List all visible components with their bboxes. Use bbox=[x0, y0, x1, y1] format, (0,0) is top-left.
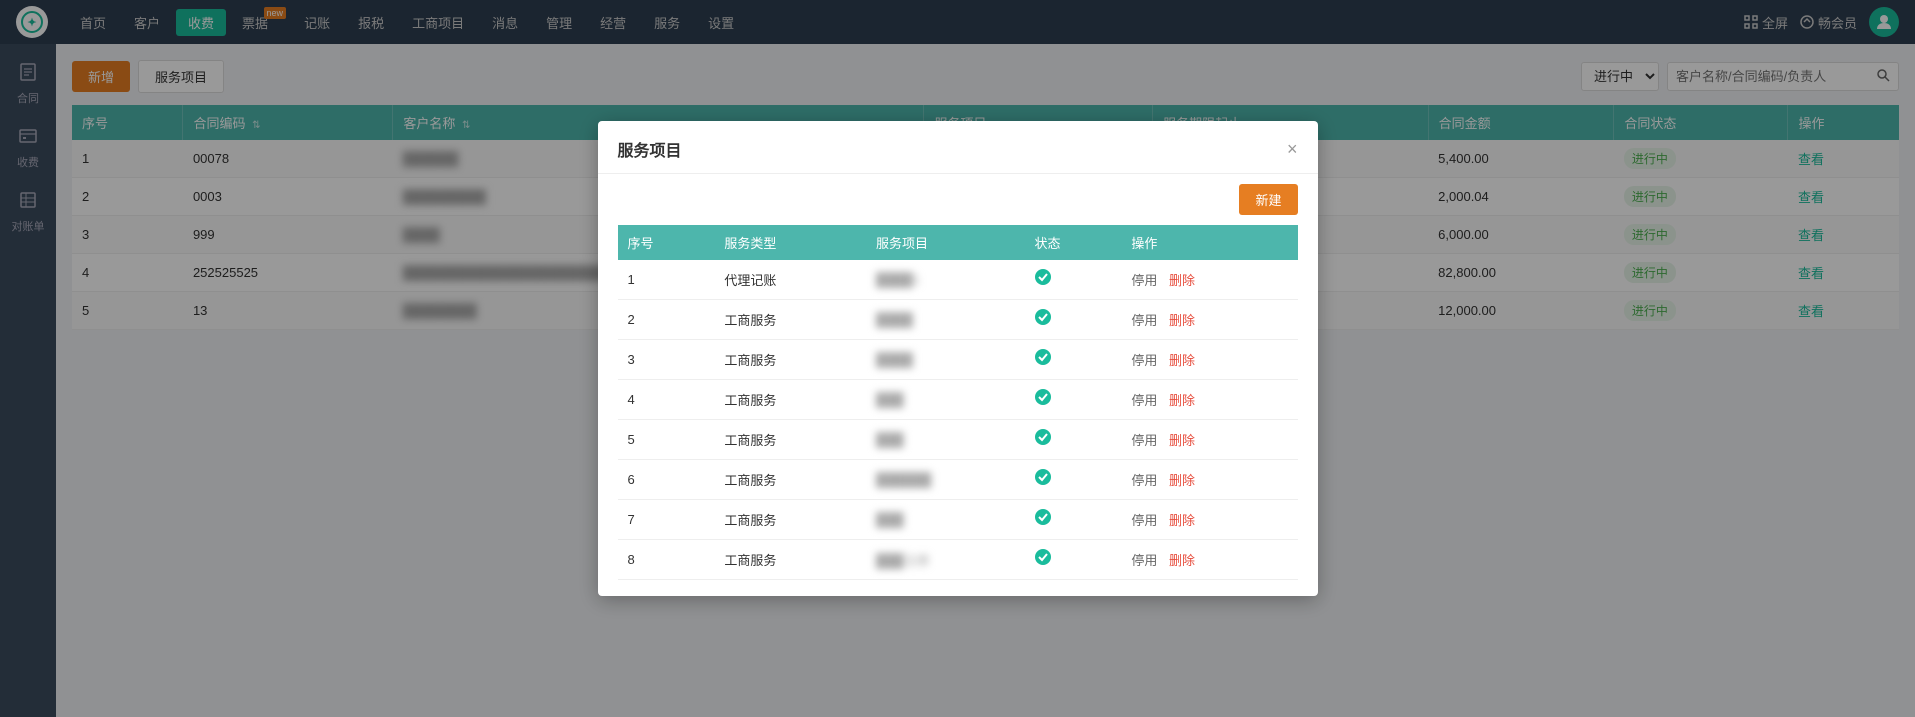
status-check-icon bbox=[1034, 473, 1052, 490]
modal-table-row: 3 工商服务 ████ 停用 删除 bbox=[618, 340, 1298, 380]
modal-cell-status bbox=[1024, 260, 1121, 300]
status-check-icon bbox=[1034, 353, 1052, 370]
modal-cell-status bbox=[1024, 340, 1121, 380]
modal-cell-action: 停用 删除 bbox=[1121, 460, 1297, 500]
modal-header-row: 序号 服务类型 服务项目 状态 操作 bbox=[618, 225, 1298, 260]
modal-cell-type: 工商服务 bbox=[714, 380, 866, 420]
modal-cell-project: ████1 bbox=[866, 260, 1024, 300]
stop-button[interactable]: 停用 bbox=[1131, 353, 1157, 368]
delete-button[interactable]: 删除 bbox=[1169, 473, 1195, 488]
service-modal: 服务项目 × 新建 序号 服务类型 服务项目 状态 操作 1 代理记账 bbox=[598, 121, 1318, 596]
modal-table-row: 8 工商服务 ███注册 停用 删除 bbox=[618, 540, 1298, 580]
modal-cell-index: 2 bbox=[618, 300, 715, 340]
delete-button[interactable]: 删除 bbox=[1169, 313, 1195, 328]
delete-button[interactable]: 删除 bbox=[1169, 353, 1195, 368]
stop-button[interactable]: 停用 bbox=[1131, 393, 1157, 408]
modal-cell-project: ████ bbox=[866, 300, 1024, 340]
modal-cell-action: 停用 删除 bbox=[1121, 380, 1297, 420]
modal-cell-type: 工商服务 bbox=[714, 300, 866, 340]
modal-overlay[interactable]: 服务项目 × 新建 序号 服务类型 服务项目 状态 操作 1 代理记账 bbox=[0, 0, 1915, 717]
modal-th-type: 服务类型 bbox=[714, 225, 866, 260]
stop-button[interactable]: 停用 bbox=[1131, 553, 1157, 568]
modal-cell-type: 代理记账 bbox=[714, 260, 866, 300]
modal-cell-project: ███ bbox=[866, 420, 1024, 460]
modal-cell-type: 工商服务 bbox=[714, 500, 866, 540]
status-check-icon bbox=[1034, 553, 1052, 570]
modal-title: 服务项目 bbox=[618, 137, 682, 161]
stop-button[interactable]: 停用 bbox=[1131, 513, 1157, 528]
modal-header: 服务项目 × bbox=[598, 121, 1318, 174]
modal-cell-project: ██████ bbox=[866, 460, 1024, 500]
modal-cell-status bbox=[1024, 540, 1121, 580]
modal-cell-action: 停用 删除 bbox=[1121, 300, 1297, 340]
modal-table-wrap: 序号 服务类型 服务项目 状态 操作 1 代理记账 ████1 停用 删除 2 bbox=[598, 225, 1318, 596]
modal-cell-project: ███ bbox=[866, 500, 1024, 540]
modal-cell-type: 工商服务 bbox=[714, 540, 866, 580]
status-check-icon bbox=[1034, 433, 1052, 450]
delete-button[interactable]: 删除 bbox=[1169, 513, 1195, 528]
modal-cell-index: 8 bbox=[618, 540, 715, 580]
modal-cell-type: 工商服务 bbox=[714, 460, 866, 500]
modal-cell-index: 1 bbox=[618, 260, 715, 300]
modal-cell-index: 7 bbox=[618, 500, 715, 540]
modal-cell-action: 停用 删除 bbox=[1121, 420, 1297, 460]
modal-cell-project: ████ bbox=[866, 340, 1024, 380]
modal-table-row: 6 工商服务 ██████ 停用 删除 bbox=[618, 460, 1298, 500]
modal-th-index: 序号 bbox=[618, 225, 715, 260]
service-items-table: 序号 服务类型 服务项目 状态 操作 1 代理记账 ████1 停用 删除 2 bbox=[618, 225, 1298, 580]
modal-cell-status bbox=[1024, 460, 1121, 500]
modal-table-row: 1 代理记账 ████1 停用 删除 bbox=[618, 260, 1298, 300]
stop-button[interactable]: 停用 bbox=[1131, 433, 1157, 448]
modal-cell-project: ███ bbox=[866, 380, 1024, 420]
modal-th-project: 服务项目 bbox=[866, 225, 1024, 260]
modal-cell-index: 4 bbox=[618, 380, 715, 420]
modal-table-row: 2 工商服务 ████ 停用 删除 bbox=[618, 300, 1298, 340]
modal-cell-status bbox=[1024, 420, 1121, 460]
modal-cell-action: 停用 删除 bbox=[1121, 500, 1297, 540]
modal-cell-action: 停用 删除 bbox=[1121, 340, 1297, 380]
modal-th-action: 操作 bbox=[1121, 225, 1297, 260]
modal-cell-status bbox=[1024, 380, 1121, 420]
modal-cell-index: 5 bbox=[618, 420, 715, 460]
delete-button[interactable]: 删除 bbox=[1169, 273, 1195, 288]
modal-cell-type: 工商服务 bbox=[714, 420, 866, 460]
modal-cell-action: 停用 删除 bbox=[1121, 540, 1297, 580]
delete-button[interactable]: 删除 bbox=[1169, 393, 1195, 408]
status-check-icon bbox=[1034, 273, 1052, 290]
delete-button[interactable]: 删除 bbox=[1169, 553, 1195, 568]
status-check-icon bbox=[1034, 393, 1052, 410]
delete-button[interactable]: 删除 bbox=[1169, 433, 1195, 448]
modal-cell-action: 停用 删除 bbox=[1121, 260, 1297, 300]
modal-table-row: 7 工商服务 ███ 停用 删除 bbox=[618, 500, 1298, 540]
modal-cell-status bbox=[1024, 500, 1121, 540]
modal-close-button[interactable]: × bbox=[1287, 139, 1298, 160]
modal-toolbar: 新建 bbox=[598, 174, 1318, 225]
modal-cell-project: ███注册 bbox=[866, 540, 1024, 580]
stop-button[interactable]: 停用 bbox=[1131, 273, 1157, 288]
modal-cell-index: 6 bbox=[618, 460, 715, 500]
stop-button[interactable]: 停用 bbox=[1131, 473, 1157, 488]
stop-button[interactable]: 停用 bbox=[1131, 313, 1157, 328]
status-check-icon bbox=[1034, 313, 1052, 330]
modal-cell-index: 3 bbox=[618, 340, 715, 380]
modal-new-button[interactable]: 新建 bbox=[1239, 184, 1297, 215]
status-check-icon bbox=[1034, 513, 1052, 530]
modal-table-row: 5 工商服务 ███ 停用 删除 bbox=[618, 420, 1298, 460]
modal-th-status: 状态 bbox=[1024, 225, 1121, 260]
modal-cell-status bbox=[1024, 300, 1121, 340]
modal-cell-type: 工商服务 bbox=[714, 340, 866, 380]
modal-table-row: 4 工商服务 ███ 停用 删除 bbox=[618, 380, 1298, 420]
